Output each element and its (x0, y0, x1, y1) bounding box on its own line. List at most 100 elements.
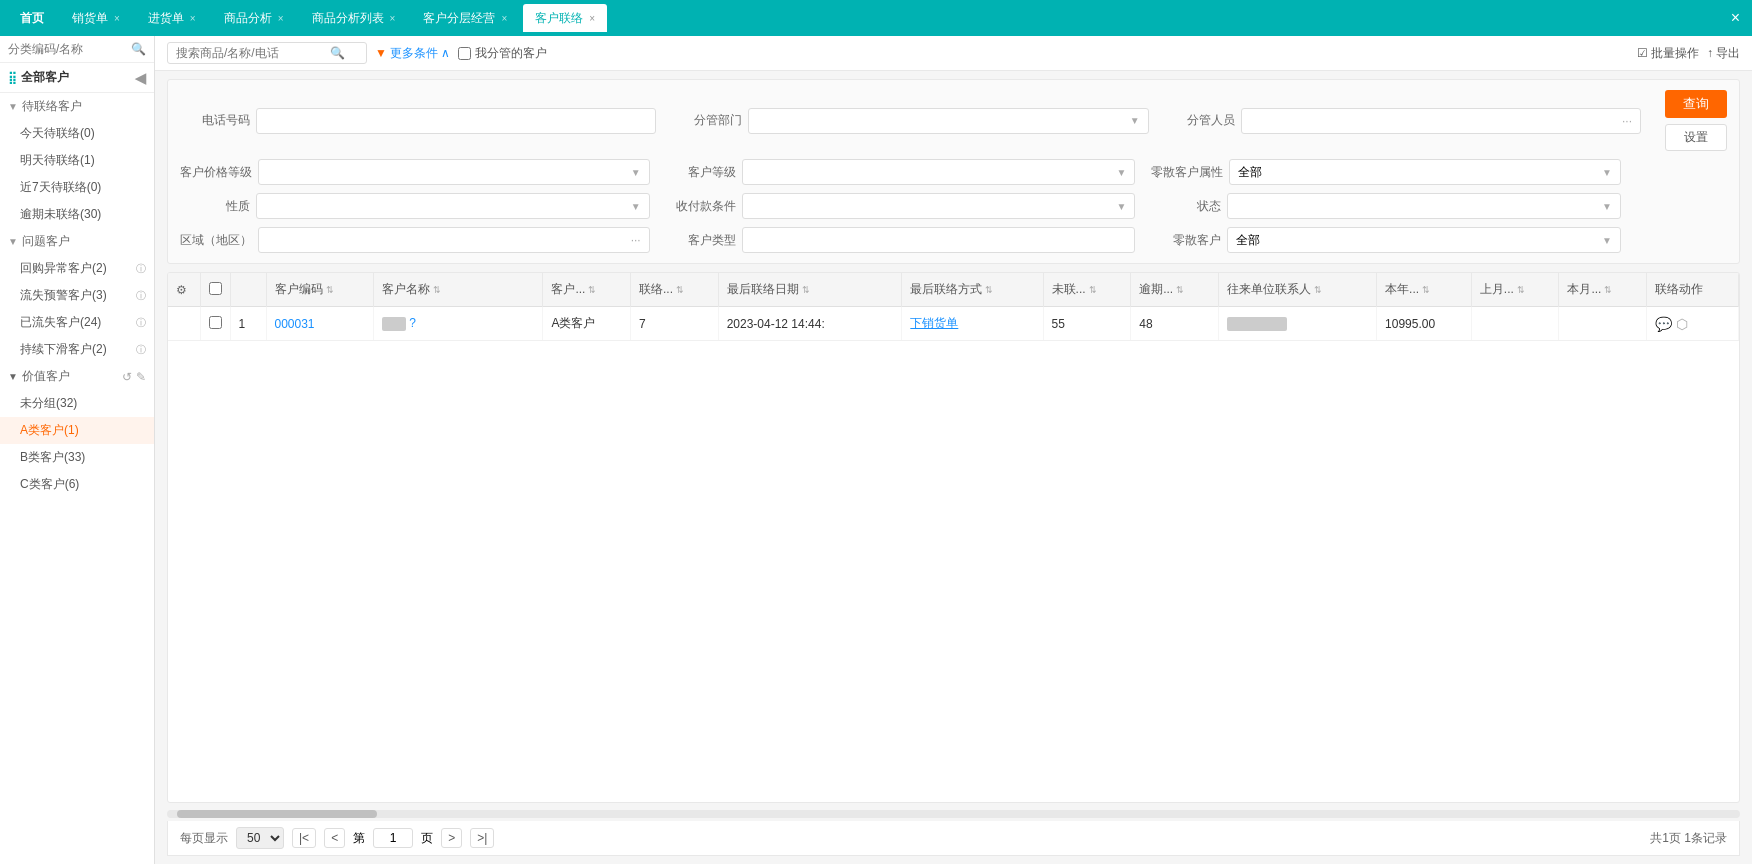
search-icon[interactable]: 🔍 (330, 46, 345, 60)
data-table: ⚙ 客户编码 ⇅ (168, 273, 1739, 341)
customer-level-dropdown[interactable]: ▼ (742, 159, 1136, 185)
status-dropdown[interactable]: ▼ (1227, 193, 1621, 219)
pagination-bar: 每页显示 50 |< < 第 页 > >| 共1页 1条记录 (167, 821, 1740, 856)
row-code[interactable]: 000031 (266, 307, 373, 341)
row-index: 1 (230, 307, 266, 341)
sidebar-collapse-icon[interactable]: ◀ (135, 70, 146, 86)
dept-dropdown[interactable]: ▼ (748, 108, 1148, 134)
sidebar-section-pending[interactable]: ▼ 待联络客户 (0, 93, 154, 120)
arrow-down-icon: ▼ (8, 101, 18, 112)
prev-page-btn[interactable]: < (324, 828, 345, 848)
col-gear-header[interactable]: ⚙ (168, 273, 200, 307)
col-overdue-header: 逾期... ⇅ (1131, 273, 1219, 307)
advanced-filter: 电话号码 分管部门 ▼ 分管人员 ··· (167, 79, 1740, 264)
sidebar-item-declining-customers[interactable]: 持续下滑客户(2) ⓘ (0, 336, 154, 363)
col-this-month-header: 本月... ⇅ (1559, 273, 1647, 307)
region-dots: ··· (631, 233, 641, 247)
close-sales-tab[interactable]: × (114, 13, 120, 24)
close-purchase-tab[interactable]: × (190, 13, 196, 24)
nature-dropdown[interactable]: ▼ (256, 193, 650, 219)
col-name-header: 客户名称 ⇅ (373, 273, 543, 307)
sidebar-all-customers[interactable]: ⣿ 全部客户 ◀ (0, 63, 154, 93)
scrollbar-track (167, 810, 1740, 818)
sidebar-item-loss-warning[interactable]: 流失预警客户(3) ⓘ (0, 282, 154, 309)
price-level-arrow: ▼ (631, 167, 641, 178)
nav-tab-goods-analysis-list[interactable]: 商品分析列表 × (300, 4, 408, 32)
retail-customer-dropdown[interactable]: 全部 ▼ (1227, 227, 1621, 253)
my-customers-check[interactable] (458, 47, 471, 60)
nav-tab-customer-segment[interactable]: 客户分层经营 × (411, 4, 519, 32)
sidebar-search-input[interactable] (8, 42, 127, 56)
settings-button[interactable]: 设置 (1665, 124, 1727, 151)
field-nature: 性质 ▼ (180, 193, 650, 219)
nav-tab-goods-analysis[interactable]: 商品分析 × (212, 4, 296, 32)
sidebar-item-overdue-pending[interactable]: 逾期未联络(30) (0, 201, 154, 228)
query-button[interactable]: 查询 (1665, 90, 1727, 118)
scrollbar-thumb (177, 810, 377, 818)
last-page-btn[interactable]: >| (470, 828, 494, 848)
field-customer-level: 客户等级 ▼ (666, 159, 1136, 185)
next-page-btn[interactable]: > (441, 828, 462, 848)
sidebar-item-7days-pending[interactable]: 近7天待联络(0) (0, 174, 154, 201)
first-page-btn[interactable]: |< (292, 828, 316, 848)
close-goods-analysis-tab[interactable]: × (278, 13, 284, 24)
export-btn[interactable]: ↑ 导出 (1707, 45, 1740, 62)
row-select-checkbox[interactable] (209, 316, 222, 329)
col-category-header: 客户... ⇅ (543, 273, 631, 307)
info-icon-2: ⓘ (136, 289, 146, 303)
row-name[interactable]: ? (373, 307, 543, 341)
region-input[interactable]: ··· (258, 227, 650, 253)
sidebar-item-b-class[interactable]: B类客户(33) (0, 444, 154, 471)
sidebar-item-today-pending[interactable]: 今天待联络(0) (0, 120, 154, 147)
search-input[interactable] (176, 46, 326, 60)
payment-dropdown[interactable]: ▼ (742, 193, 1136, 219)
price-level-dropdown[interactable]: ▼ (258, 159, 650, 185)
page-number-input[interactable] (373, 828, 413, 848)
close-goods-analysis-list-tab[interactable]: × (390, 13, 396, 24)
nav-tab-sales[interactable]: 销货单 × (60, 4, 132, 32)
phone-input[interactable] (256, 108, 656, 134)
more-filters-btn[interactable]: ▼ 更多条件 ∧ (375, 45, 450, 62)
close-all-tabs[interactable]: × (1727, 5, 1744, 31)
top-navigation: 首页 销货单 × 进货单 × 商品分析 × 商品分析列表 × 客户分层经营 × … (0, 0, 1752, 36)
edit-icon[interactable]: ✎ (136, 370, 146, 384)
sidebar-item-tomorrow-pending[interactable]: 明天待联络(1) (0, 147, 154, 174)
manager-input[interactable]: ··· (1241, 108, 1641, 134)
page-size-select[interactable]: 50 (236, 827, 284, 849)
chevron-icon: ∧ (441, 46, 450, 60)
nav-tab-purchase[interactable]: 进货单 × (136, 4, 208, 32)
nav-tab-customer-contact[interactable]: 客户联络 × (523, 4, 607, 32)
field-retail-customer: 零散客户 全部 ▼ (1151, 227, 1621, 253)
my-customers-checkbox[interactable]: 我分管的客户 (458, 45, 547, 62)
select-all-checkbox[interactable] (209, 282, 222, 295)
sidebar-item-c-class[interactable]: C类客户(6) (0, 471, 154, 498)
batch-op-btn[interactable]: ☑ 批量操作 (1637, 45, 1699, 62)
main-area: 🔍 ⣿ 全部客户 ◀ ▼ 待联络客户 今天待联络(0) 明天待联络(1) 近7天… (0, 36, 1752, 864)
close-customer-contact-tab[interactable]: × (589, 13, 595, 24)
nav-tab-home[interactable]: 首页 (8, 4, 56, 32)
field-dept: 分管部门 ▼ (672, 108, 1148, 134)
qr-icon[interactable]: ⬡ (1676, 316, 1688, 332)
col-checkbox-header (200, 273, 230, 307)
grid-icon: ⣿ (8, 71, 17, 85)
close-customer-segment-tab[interactable]: × (501, 13, 507, 24)
gear-icon[interactable]: ⚙ (176, 283, 187, 297)
sidebar-search-icon[interactable]: 🔍 (131, 42, 146, 56)
sidebar-section-value[interactable]: ▼ 价值客户 ↺ ✎ (0, 363, 154, 390)
customer-type-input[interactable] (742, 227, 1136, 253)
info-icon: ⓘ (136, 262, 146, 276)
sidebar-section-problem[interactable]: ▼ 问题客户 (0, 228, 154, 255)
chat-icon[interactable]: 💬 (1655, 316, 1672, 332)
sidebar-item-lost-customers[interactable]: 已流失客户(24) ⓘ (0, 309, 154, 336)
sort-icon-7: ⇅ (1089, 285, 1097, 295)
batch-icon: ☑ (1637, 46, 1648, 60)
name-gray-block (382, 317, 406, 331)
col-last-contact-date-header: 最后联络日期 ⇅ (718, 273, 902, 307)
sidebar-item-repurchase-anomaly[interactable]: 回购异常客户(2) ⓘ (0, 255, 154, 282)
horizontal-scrollbar[interactable] (167, 807, 1740, 821)
row-last-contact-method[interactable]: 下销货单 (902, 307, 1043, 341)
sidebar-item-a-class[interactable]: A类客户(1) (0, 417, 154, 444)
retail-attr-dropdown[interactable]: 全部 ▼ (1229, 159, 1621, 185)
refresh-icon[interactable]: ↺ (122, 370, 132, 384)
sidebar-item-ungrouped[interactable]: 未分组(32) (0, 390, 154, 417)
